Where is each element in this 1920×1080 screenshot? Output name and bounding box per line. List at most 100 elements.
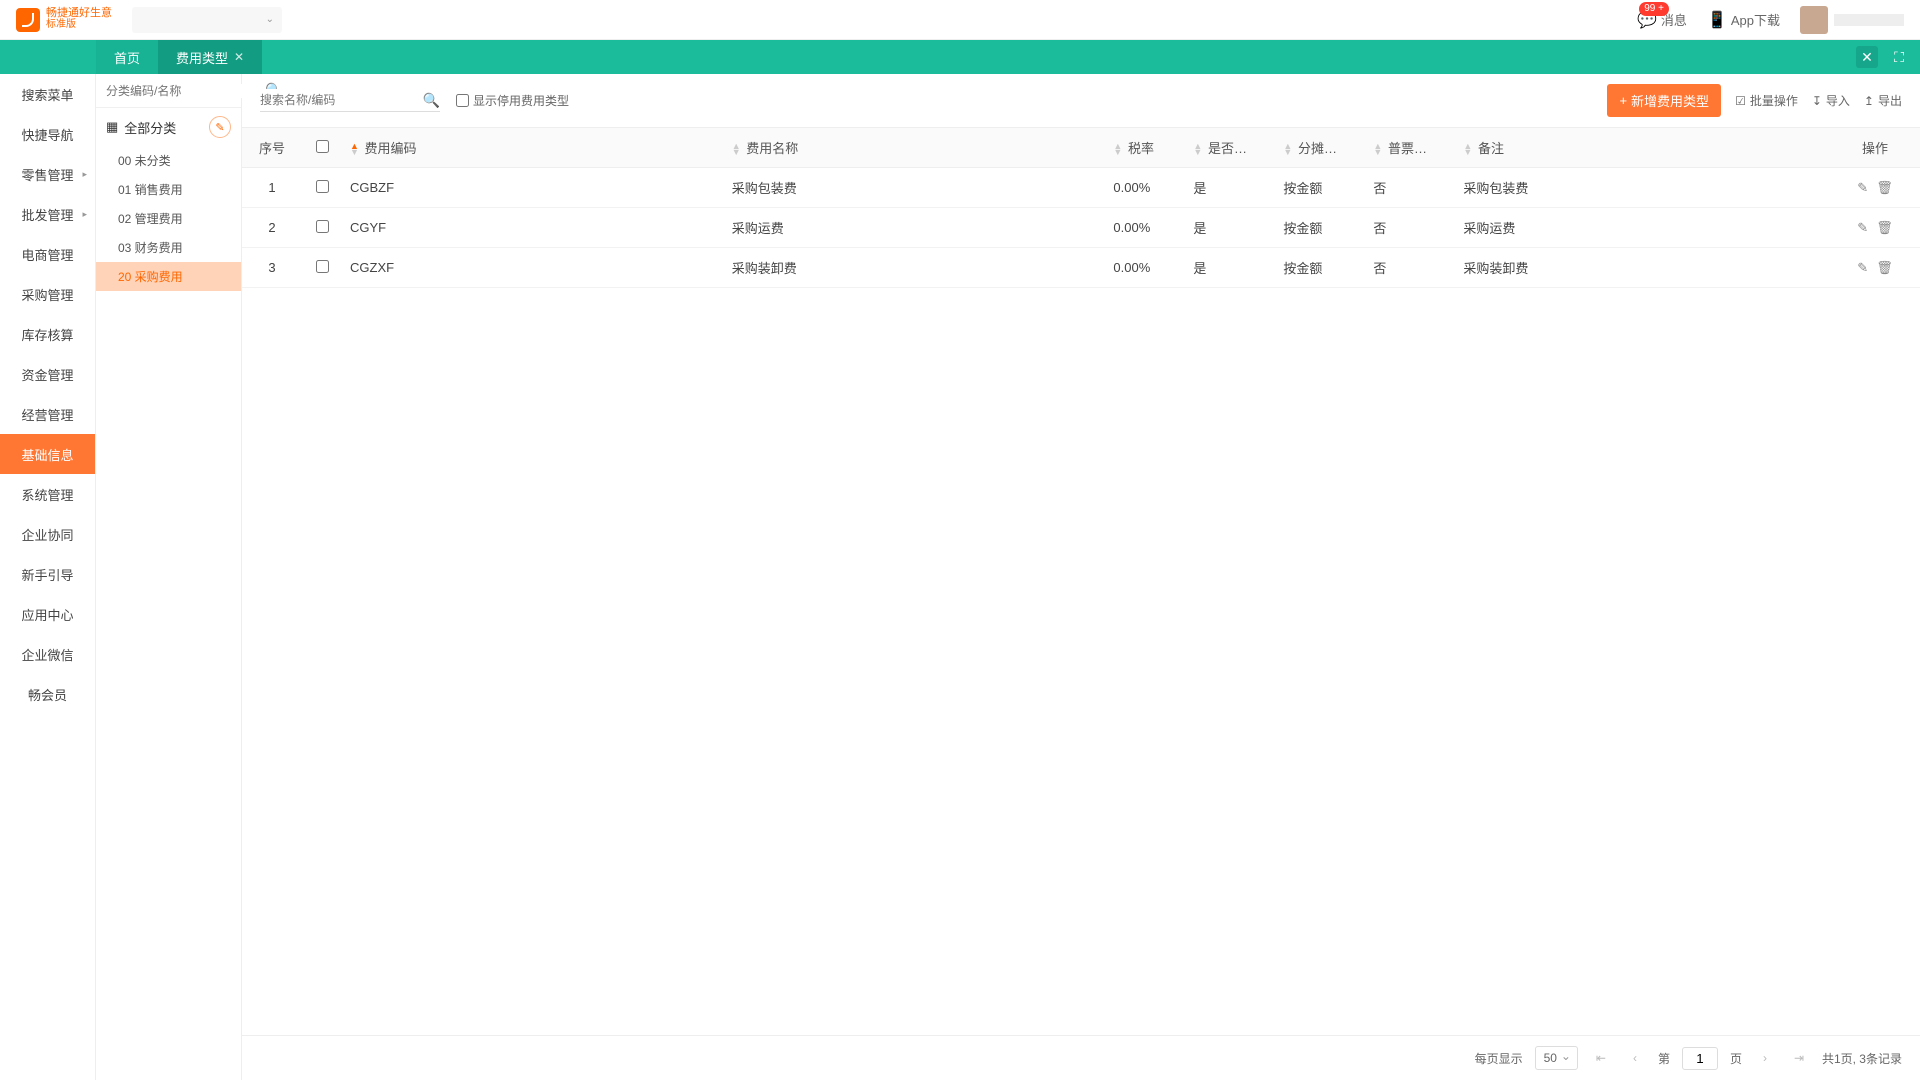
col-index[interactable]: 序号 — [242, 128, 302, 168]
tab-fee-type[interactable]: 费用类型 ✕ — [158, 40, 262, 74]
cell-code: CGZXF — [342, 248, 724, 288]
user-menu[interactable] — [1800, 6, 1904, 34]
category-panel: 🔍 ▦ 全部分类 ✎ « 00 未分类01 销售费用02 管理费用03 财务费用… — [96, 74, 242, 1080]
leftnav-item-label: 经营管理 — [21, 405, 73, 424]
delete-icon[interactable]: 🗑 — [1876, 180, 1893, 195]
leftnav-item[interactable]: 批发管理▸ — [0, 194, 95, 234]
main: 🔍 显示停用费用类型 + 新增费用类型 ☑ 批量操作 ↧ 导入 — [242, 74, 1920, 1080]
table-search-input[interactable] — [260, 89, 423, 111]
page-prev-button[interactable]: ‹ — [1624, 1047, 1646, 1069]
cell-remark: 采购装卸费 — [1455, 248, 1830, 288]
leftnav-item[interactable]: 系统管理 — [0, 474, 95, 514]
edit-icon[interactable]: ✎ — [1857, 180, 1868, 195]
chevron-down-icon: ⌄ — [266, 14, 274, 25]
leftnav-item[interactable]: 应用中心 — [0, 594, 95, 634]
leftnav-item[interactable]: 畅会员 — [0, 674, 95, 714]
col-remark[interactable]: ▲▼ 备注 — [1455, 128, 1830, 168]
category-item[interactable]: 01 销售费用 — [96, 175, 241, 204]
fullscreen-button[interactable]: ⛶ — [1888, 46, 1910, 68]
page-input[interactable] — [1682, 1047, 1718, 1070]
leftnav-item-label: 电商管理 — [21, 245, 73, 264]
per-page-label: 每页显示 — [1475, 1050, 1523, 1067]
leftnav-item[interactable]: 零售管理▸ — [0, 154, 95, 194]
close-all-tabs-button[interactable]: ✕ — [1856, 46, 1878, 68]
leftnav-item-label: 零售管理 — [21, 165, 73, 184]
tab-home-label: 首页 — [114, 48, 140, 67]
leftnav-item-label: 搜索菜单 — [21, 85, 73, 104]
page-summary: 共1页, 3条记录 — [1822, 1050, 1902, 1067]
import-button[interactable]: ↧ 导入 — [1812, 92, 1850, 109]
account-switcher[interactable]: ⌄ — [132, 7, 282, 33]
leftnav-item-label: 采购管理 — [21, 285, 73, 304]
col-invoice[interactable]: ▲▼ 普票… — [1365, 128, 1455, 168]
cell-rate: 0.00% — [1105, 248, 1185, 288]
leftnav-item-label: 企业微信 — [21, 645, 73, 664]
category-item[interactable]: 03 财务费用 — [96, 233, 241, 262]
search-icon[interactable]: 🔍 — [423, 92, 440, 109]
col-rate[interactable]: ▲▼ 税率 — [1105, 128, 1185, 168]
leftnav-item[interactable]: 采购管理 — [0, 274, 95, 314]
delete-icon[interactable]: 🗑 — [1876, 220, 1893, 235]
leftnav-item[interactable]: 新手引导 — [0, 554, 95, 594]
per-page-value: 50 — [1544, 1051, 1557, 1065]
category-item[interactable]: 20 采购费用 — [96, 262, 241, 291]
brand-line1: 畅捷通好生意 — [46, 7, 112, 19]
cell-is-flag: 是 — [1185, 208, 1275, 248]
batch-label: 批量操作 — [1750, 92, 1798, 109]
leftnav-item[interactable]: 基础信息 — [0, 434, 95, 474]
cell-code: CGYF — [342, 208, 724, 248]
page-last-button[interactable]: ⇥ — [1788, 1047, 1810, 1069]
page-next-button[interactable]: › — [1754, 1047, 1776, 1069]
page-first-button[interactable]: ⇤ — [1590, 1047, 1612, 1069]
leftnav-item[interactable]: 搜索菜单 — [0, 74, 95, 114]
category-all[interactable]: ▦ 全部分类 ✎ — [96, 108, 241, 146]
app-download-button[interactable]: 📱 App下载 — [1707, 10, 1780, 30]
cell-is-flag: 是 — [1185, 248, 1275, 288]
select-all-checkbox[interactable] — [316, 140, 329, 153]
leftnav-item-label: 资金管理 — [21, 365, 73, 384]
leftnav-item[interactable]: 资金管理 — [0, 354, 95, 394]
row-checkbox[interactable] — [316, 180, 329, 193]
leftnav-item[interactable]: 电商管理 — [0, 234, 95, 274]
tab-close-icon[interactable]: ✕ — [234, 50, 244, 64]
messages-button[interactable]: 99 + 💬 消息 — [1637, 10, 1687, 30]
import-label: 导入 — [1826, 92, 1850, 109]
category-edit-button[interactable]: ✎ — [209, 116, 231, 138]
row-checkbox[interactable] — [316, 220, 329, 233]
export-button[interactable]: ↥ 导出 — [1864, 92, 1902, 109]
col-alloc[interactable]: ▲▼ 分摊… — [1275, 128, 1365, 168]
col-checkbox[interactable] — [302, 128, 342, 168]
leftnav-item[interactable]: 经营管理 — [0, 394, 95, 434]
col-code[interactable]: ▲▼ 费用编码 — [342, 128, 724, 168]
leftnav-item-label: 新手引导 — [21, 565, 73, 584]
batch-ops-button[interactable]: ☑ 批量操作 — [1735, 92, 1798, 109]
tabbar-right: ✕ ⛶ — [1856, 40, 1910, 74]
new-fee-type-button[interactable]: + 新增费用类型 — [1607, 84, 1721, 117]
per-page-select[interactable]: 50 — [1535, 1046, 1578, 1070]
show-disabled-input[interactable] — [456, 94, 469, 107]
grid-icon: ▦ — [106, 119, 118, 135]
category-search-input[interactable] — [106, 84, 261, 98]
leftnav-item[interactable]: 企业协同 — [0, 514, 95, 554]
cell-name: 采购运费 — [724, 208, 1106, 248]
category-item[interactable]: 00 未分类 — [96, 146, 241, 175]
edit-icon[interactable]: ✎ — [1857, 220, 1868, 235]
category-item[interactable]: 02 管理费用 — [96, 204, 241, 233]
leftnav-item[interactable]: 企业微信 — [0, 634, 95, 674]
cell-index: 1 — [242, 168, 302, 208]
tabbar: 首页 费用类型 ✕ ✕ ⛶ — [0, 40, 1920, 74]
page-label-post: 页 — [1730, 1050, 1742, 1067]
tab-home[interactable]: 首页 — [96, 40, 158, 74]
delete-icon[interactable]: 🗑 — [1876, 260, 1893, 275]
row-checkbox[interactable] — [316, 260, 329, 273]
phone-icon: 📱 — [1707, 10, 1727, 30]
leftnav-item[interactable]: 库存核算 — [0, 314, 95, 354]
edit-icon[interactable]: ✎ — [1857, 260, 1868, 275]
leftnav-item[interactable]: 快捷导航 — [0, 114, 95, 154]
tab-fee-type-label: 费用类型 — [176, 48, 228, 67]
show-disabled-checkbox[interactable]: 显示停用费用类型 — [456, 92, 569, 109]
logo-block: 畅捷通好生意 标准版 — [16, 8, 112, 32]
col-is-flag[interactable]: ▲▼ 是否… — [1185, 128, 1275, 168]
cell-remark: 采购包装费 — [1455, 168, 1830, 208]
col-name[interactable]: ▲▼ 费用名称 — [724, 128, 1106, 168]
